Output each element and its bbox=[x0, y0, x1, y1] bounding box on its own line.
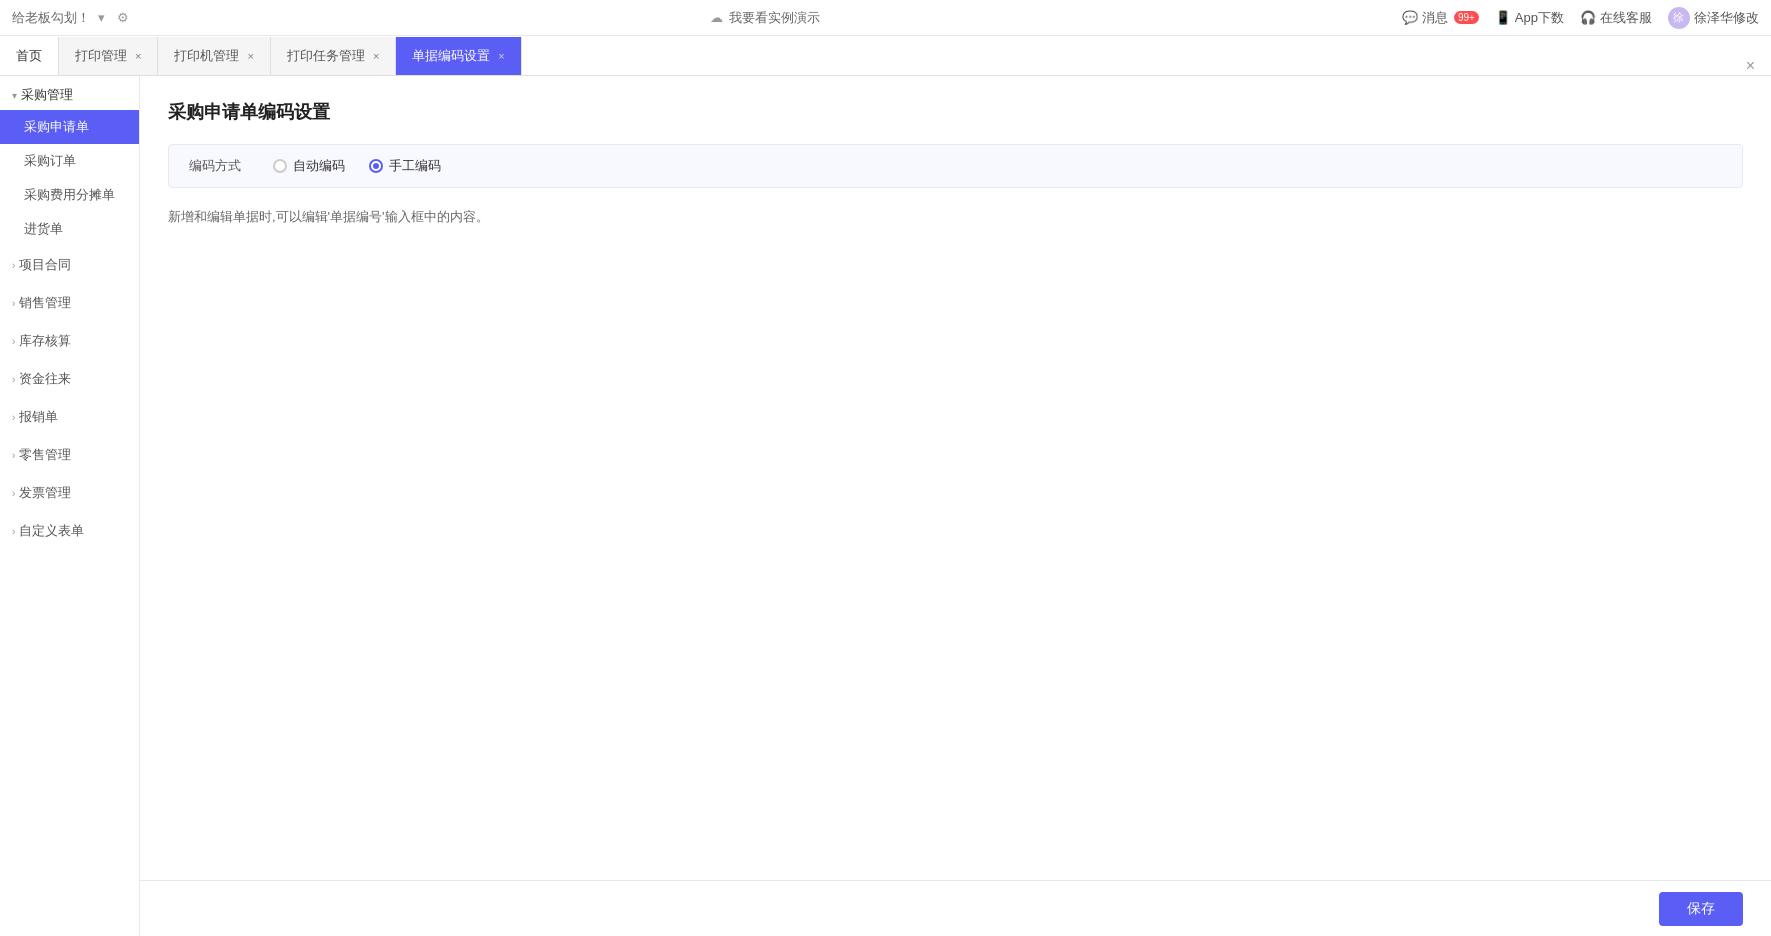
sidebar-group-invoice-mgmt[interactable]: › 发票管理 bbox=[0, 474, 139, 512]
sidebar-item-purchase-request-label: 采购申请单 bbox=[24, 119, 89, 134]
chevron-right-icon-returns: › bbox=[12, 412, 15, 423]
main-layout: ▾ 采购管理 采购申请单 采购订单 采购费用分摊单 进货单 › 项目合同 › 销… bbox=[0, 76, 1771, 936]
sidebar-group-procurement[interactable]: ▾ 采购管理 bbox=[0, 76, 139, 110]
top-bar-right: 💬 消息 99+ 📱 App下数 🎧 在线客服 徐 徐泽华修改 bbox=[1402, 7, 1759, 29]
sidebar-group-retail-mgmt[interactable]: › 零售管理 bbox=[0, 436, 139, 474]
top-bar: 给老板勾划！ ▾ ⚙ ☁ 我要看实例演示 💬 消息 99+ 📱 App下数 🎧 … bbox=[0, 0, 1771, 36]
sidebar-group-project-contract-label: 项目合同 bbox=[19, 256, 71, 274]
sidebar-group-custom-forms[interactable]: › 自定义表单 bbox=[0, 512, 139, 550]
message-icon: 💬 bbox=[1402, 10, 1418, 25]
online-service-button[interactable]: 🎧 在线客服 bbox=[1580, 9, 1652, 27]
message-label: 消息 bbox=[1422, 9, 1448, 27]
tab-print-task-mgmt-label: 打印任务管理 bbox=[287, 47, 365, 65]
chevron-down-icon: ▾ bbox=[12, 90, 17, 101]
tab-home[interactable]: 首页 bbox=[0, 37, 59, 75]
chevron-right-icon-retail: › bbox=[12, 450, 15, 461]
sidebar-group-inventory[interactable]: › 库存核算 bbox=[0, 322, 139, 360]
tab-printer-mgmt[interactable]: 打印机管理 × bbox=[158, 37, 270, 75]
radio-auto-label: 自动编码 bbox=[293, 157, 345, 175]
tab-bar-close-all[interactable]: × bbox=[1730, 57, 1771, 75]
sidebar-group-capital[interactable]: › 资金往来 bbox=[0, 360, 139, 398]
tab-print-task-mgmt-close[interactable]: × bbox=[373, 50, 379, 62]
top-bar-left: 给老板勾划！ ▾ ⚙ bbox=[12, 9, 129, 27]
tab-barcode-setting-close[interactable]: × bbox=[498, 50, 504, 62]
tab-bar: 首页 打印管理 × 打印机管理 × 打印任务管理 × 单据编码设置 × × bbox=[0, 36, 1771, 76]
chevron-right-icon-project: › bbox=[12, 260, 15, 271]
tab-home-label: 首页 bbox=[16, 47, 42, 65]
radio-auto-circle[interactable] bbox=[273, 159, 287, 173]
sidebar-item-purchase-expense-label: 采购费用分摊单 bbox=[24, 187, 115, 202]
app-download-label: App下数 bbox=[1515, 9, 1564, 27]
sidebar-group-retail-mgmt-label: 零售管理 bbox=[19, 446, 71, 464]
app-download-button[interactable]: 📱 App下数 bbox=[1495, 9, 1564, 27]
sidebar-group-returns-label: 报销单 bbox=[19, 408, 58, 426]
tab-print-mgmt[interactable]: 打印管理 × bbox=[59, 37, 158, 75]
chevron-right-icon-sales: › bbox=[12, 298, 15, 309]
cloud-icon: ☁ bbox=[710, 10, 723, 25]
sidebar-item-purchase-order[interactable]: 采购订单 bbox=[0, 144, 139, 178]
sidebar-item-purchase-expense[interactable]: 采购费用分摊单 bbox=[0, 178, 139, 212]
app-icon: 📱 bbox=[1495, 10, 1511, 25]
tab-barcode-setting[interactable]: 单据编码设置 × bbox=[396, 37, 521, 75]
sidebar-group-sales-mgmt[interactable]: › 销售管理 bbox=[0, 284, 139, 322]
online-service-label: 在线客服 bbox=[1600, 9, 1652, 27]
tab-printer-mgmt-close[interactable]: × bbox=[247, 50, 253, 62]
radio-manual-encoding[interactable]: 手工编码 bbox=[369, 157, 441, 175]
dropdown-icon[interactable]: ▾ bbox=[98, 10, 105, 25]
tab-print-mgmt-label: 打印管理 bbox=[75, 47, 127, 65]
hint-text: 新增和编辑单据时,可以编辑'单据编号'输入框中的内容。 bbox=[168, 208, 1743, 226]
sidebar-item-purchase-order-label: 采购订单 bbox=[24, 153, 76, 168]
content-inner: 采购申请单编码设置 编码方式 自动编码 手工编码 新增和编辑单据时,可以编辑'单… bbox=[140, 76, 1771, 880]
message-badge: 99+ bbox=[1454, 11, 1479, 24]
tab-printer-mgmt-label: 打印机管理 bbox=[174, 47, 239, 65]
chevron-right-icon-invoice: › bbox=[12, 488, 15, 499]
tab-print-task-mgmt[interactable]: 打印任务管理 × bbox=[271, 37, 396, 75]
sidebar-group-procurement-label: 采购管理 bbox=[21, 86, 73, 104]
chevron-right-icon-inventory: › bbox=[12, 336, 15, 347]
radio-auto-encoding[interactable]: 自动编码 bbox=[273, 157, 345, 175]
bottom-bar: 保存 bbox=[140, 880, 1771, 936]
page-title: 采购申请单编码设置 bbox=[168, 100, 1743, 124]
message-button[interactable]: 💬 消息 99+ bbox=[1402, 9, 1479, 27]
sidebar-group-sales-mgmt-label: 销售管理 bbox=[19, 294, 71, 312]
save-button[interactable]: 保存 bbox=[1659, 892, 1743, 926]
sidebar-group-returns[interactable]: › 报销单 bbox=[0, 398, 139, 436]
settings-icon[interactable]: ⚙ bbox=[117, 10, 129, 25]
sidebar-item-purchase-request[interactable]: 采购申请单 bbox=[0, 110, 139, 144]
sidebar: ▾ 采购管理 采购申请单 采购订单 采购费用分摊单 进货单 › 项目合同 › 销… bbox=[0, 76, 140, 936]
radio-manual-circle[interactable] bbox=[369, 159, 383, 173]
sidebar-item-inbound-label: 进货单 bbox=[24, 221, 63, 236]
sidebar-group-project-contract[interactable]: › 项目合同 bbox=[0, 246, 139, 284]
sidebar-item-inbound[interactable]: 进货单 bbox=[0, 212, 139, 246]
demo-link[interactable]: 我要看实例演示 bbox=[729, 9, 820, 27]
sidebar-group-invoice-mgmt-label: 发票管理 bbox=[19, 484, 71, 502]
user-menu[interactable]: 徐 徐泽华修改 bbox=[1668, 7, 1759, 29]
sidebar-group-custom-forms-label: 自定义表单 bbox=[19, 522, 84, 540]
chevron-right-icon-capital: › bbox=[12, 374, 15, 385]
top-bar-center: ☁ 我要看实例演示 bbox=[710, 9, 820, 27]
encoding-row: 编码方式 自动编码 手工编码 bbox=[168, 144, 1743, 188]
headset-icon: 🎧 bbox=[1580, 10, 1596, 25]
chevron-right-icon-custom: › bbox=[12, 526, 15, 537]
content-area: 采购申请单编码设置 编码方式 自动编码 手工编码 新增和编辑单据时,可以编辑'单… bbox=[140, 76, 1771, 936]
tab-print-mgmt-close[interactable]: × bbox=[135, 50, 141, 62]
user-name: 徐泽华修改 bbox=[1694, 9, 1759, 27]
radio-manual-label: 手工编码 bbox=[389, 157, 441, 175]
sidebar-group-inventory-label: 库存核算 bbox=[19, 332, 71, 350]
avatar: 徐 bbox=[1668, 7, 1690, 29]
sidebar-group-capital-label: 资金往来 bbox=[19, 370, 71, 388]
top-bar-brand: 给老板勾划！ bbox=[12, 9, 90, 27]
tab-barcode-setting-label: 单据编码设置 bbox=[412, 47, 490, 65]
encoding-label: 编码方式 bbox=[189, 157, 241, 175]
